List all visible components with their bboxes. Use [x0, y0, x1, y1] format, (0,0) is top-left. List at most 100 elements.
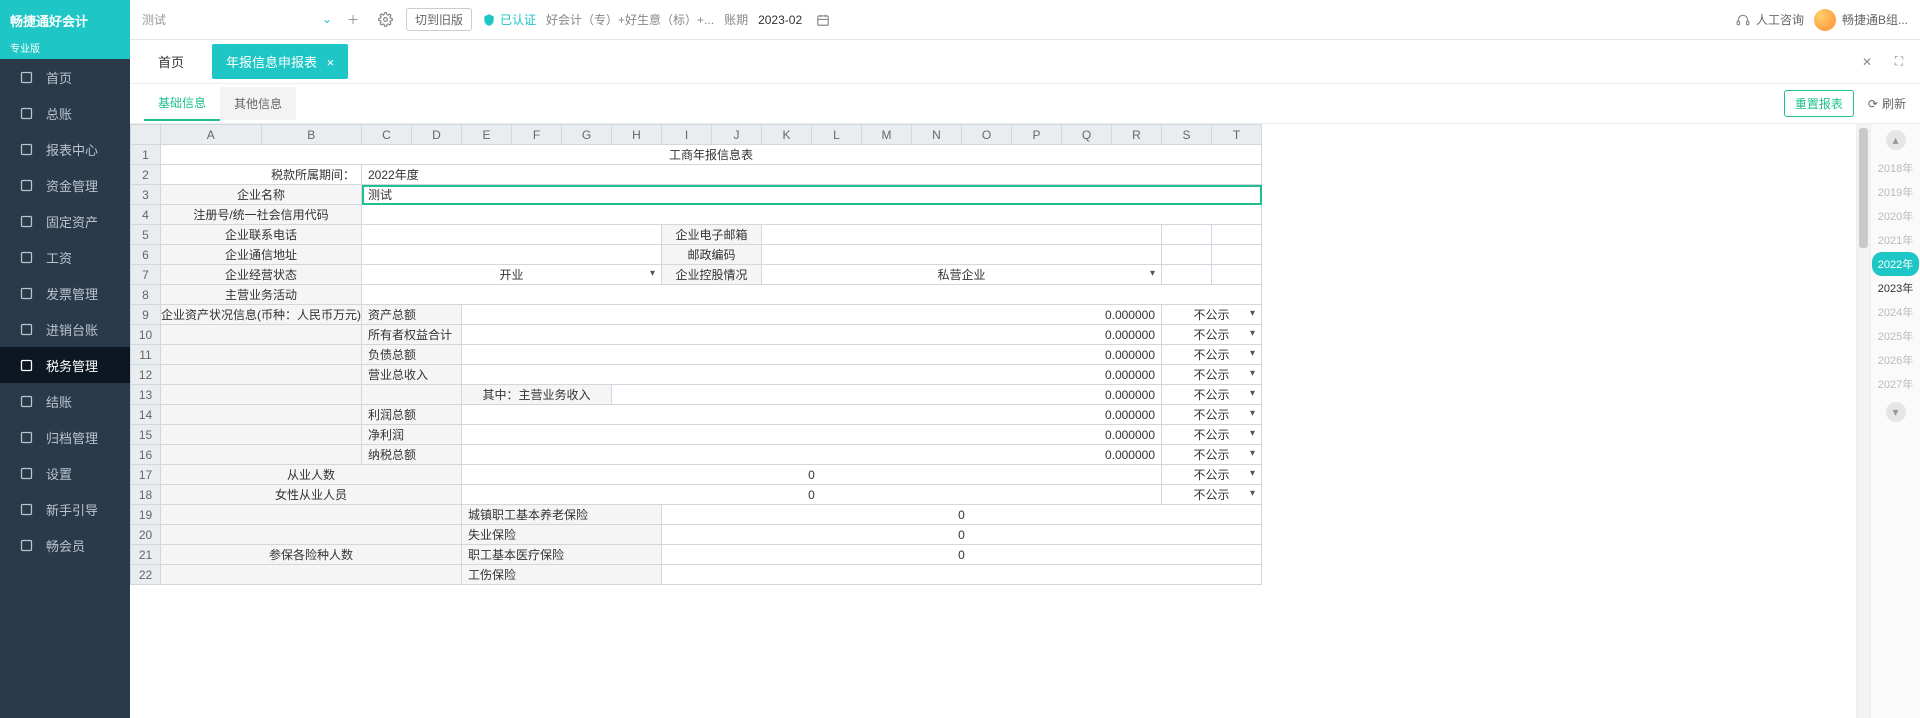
year-option[interactable]: 2027年	[1872, 372, 1919, 396]
year-option[interactable]: 2024年	[1872, 300, 1919, 324]
col-header[interactable]: F	[512, 125, 562, 145]
tab-annual-report[interactable]: 年报信息申报表 ×	[212, 44, 348, 79]
row-header[interactable]: 6	[131, 245, 161, 265]
sidebar-item-settings[interactable]: 设置	[0, 455, 130, 491]
row-header[interactable]: 5	[131, 225, 161, 245]
year-down-icon[interactable]: ▾	[1886, 402, 1906, 422]
col-header[interactable]: Q	[1062, 125, 1112, 145]
col-header[interactable]: D	[412, 125, 462, 145]
col-header[interactable]: N	[912, 125, 962, 145]
fin-value[interactable]: 0.000000	[462, 325, 1162, 345]
ins-value[interactable]	[662, 565, 1262, 585]
fin-value[interactable]: 0.000000	[462, 305, 1162, 325]
publicity-select[interactable]: 不公示	[1162, 445, 1262, 465]
refresh-button[interactable]: ⟳ 刷新	[1868, 95, 1906, 112]
publicity-select[interactable]: 不公示	[1162, 385, 1262, 405]
sidebar-item-guide[interactable]: 新手引导	[0, 491, 130, 527]
col-header[interactable]: P	[1012, 125, 1062, 145]
sidebar-item-report[interactable]: 报表中心	[0, 131, 130, 167]
sidebar-item-home[interactable]: 首页	[0, 59, 130, 95]
sidebar-item-close-book[interactable]: 结账	[0, 383, 130, 419]
mainbiz-input[interactable]	[362, 285, 1262, 305]
col-header[interactable]: M	[862, 125, 912, 145]
publicity-select[interactable]: 不公示	[1162, 425, 1262, 445]
fin-value[interactable]: 0.000000	[462, 345, 1162, 365]
fin-value[interactable]: 0.000000	[462, 365, 1162, 385]
reset-button[interactable]: 重置报表	[1784, 90, 1854, 117]
sidebar-item-salary[interactable]: 工资	[0, 239, 130, 275]
subtab-basic[interactable]: 基础信息	[144, 86, 220, 121]
sidebar-item-archive[interactable]: 归档管理	[0, 419, 130, 455]
close-icon[interactable]: ×	[327, 55, 335, 70]
row-header[interactable]: 18	[131, 485, 161, 505]
row-header[interactable]: 20	[131, 525, 161, 545]
sidebar-item-invoice[interactable]: 发票管理	[0, 275, 130, 311]
phone-input[interactable]	[362, 225, 662, 245]
holding-select[interactable]: 私营企业	[762, 265, 1162, 285]
year-option[interactable]: 2020年	[1872, 204, 1919, 228]
row-header[interactable]: 17	[131, 465, 161, 485]
publicity-select[interactable]: 不公示	[1162, 305, 1262, 325]
company-input[interactable]: 测试	[362, 185, 1262, 205]
sidebar-item-asset[interactable]: 固定资产	[0, 203, 130, 239]
row-header[interactable]: 8	[131, 285, 161, 305]
row-header[interactable]: 10	[131, 325, 161, 345]
row-header[interactable]: 14	[131, 405, 161, 425]
support-link[interactable]: 人工咨询	[1736, 11, 1804, 28]
col-header[interactable]: C	[362, 125, 412, 145]
row-header[interactable]: 19	[131, 505, 161, 525]
year-option[interactable]: 2023年	[1872, 276, 1919, 300]
row-header[interactable]: 13	[131, 385, 161, 405]
col-header[interactable]: T	[1212, 125, 1262, 145]
col-header[interactable]: I	[662, 125, 712, 145]
sidebar-item-tax[interactable]: 税务管理	[0, 347, 130, 383]
ins-value[interactable]: 0	[662, 525, 1262, 545]
year-option[interactable]: 2022年	[1872, 252, 1919, 276]
row-header[interactable]: 2	[131, 165, 161, 185]
subtab-other[interactable]: 其他信息	[220, 87, 296, 120]
row-header[interactable]: 11	[131, 345, 161, 365]
reg-input[interactable]	[362, 205, 1262, 225]
year-option[interactable]: 2025年	[1872, 324, 1919, 348]
email-input[interactable]	[762, 225, 1162, 245]
ins-value[interactable]: 0	[662, 545, 1262, 565]
publicity-select[interactable]: 不公示	[1162, 325, 1262, 345]
row-header[interactable]: 7	[131, 265, 161, 285]
calendar-icon[interactable]	[812, 9, 834, 31]
year-option[interactable]: 2021年	[1872, 228, 1919, 252]
employee-value[interactable]: 0	[462, 465, 1162, 485]
close-panel-icon[interactable]: ✕	[1856, 51, 1878, 73]
post-input[interactable]	[762, 245, 1162, 265]
row-header[interactable]: 9	[131, 305, 161, 325]
fin-value[interactable]: 0.000000	[462, 445, 1162, 465]
row-header[interactable]: 15	[131, 425, 161, 445]
row-header[interactable]: 1	[131, 145, 161, 165]
expand-icon[interactable]: ⛶	[1888, 51, 1910, 73]
tab-home[interactable]: 首页	[144, 44, 198, 79]
sidebar-item-vip[interactable]: 畅会员	[0, 527, 130, 563]
col-header[interactable]: H	[612, 125, 662, 145]
fin-value[interactable]: 0.000000	[612, 385, 1162, 405]
switch-old-button[interactable]: 切到旧版	[406, 8, 472, 31]
female-value[interactable]: 0	[462, 485, 1162, 505]
col-header[interactable]	[131, 125, 161, 145]
year-up-icon[interactable]: ▴	[1886, 130, 1906, 150]
year-option[interactable]: 2026年	[1872, 348, 1919, 372]
sidebar-item-fund[interactable]: 资金管理	[0, 167, 130, 203]
sidebar-item-inventory[interactable]: 进销台账	[0, 311, 130, 347]
col-header[interactable]: J	[712, 125, 762, 145]
publicity-select[interactable]: 不公示	[1162, 465, 1262, 485]
ins-value[interactable]: 0	[662, 505, 1262, 525]
col-header[interactable]: B	[261, 125, 362, 145]
publicity-select[interactable]: 不公示	[1162, 365, 1262, 385]
col-header[interactable]: E	[462, 125, 512, 145]
col-header[interactable]: O	[962, 125, 1012, 145]
gear-icon[interactable]	[374, 9, 396, 31]
row-header[interactable]: 3	[131, 185, 161, 205]
row-header[interactable]: 16	[131, 445, 161, 465]
col-header[interactable]: R	[1112, 125, 1162, 145]
addr-input[interactable]	[362, 245, 662, 265]
col-header[interactable]: A	[161, 125, 262, 145]
row-header[interactable]: 22	[131, 565, 161, 585]
fin-value[interactable]: 0.000000	[462, 405, 1162, 425]
